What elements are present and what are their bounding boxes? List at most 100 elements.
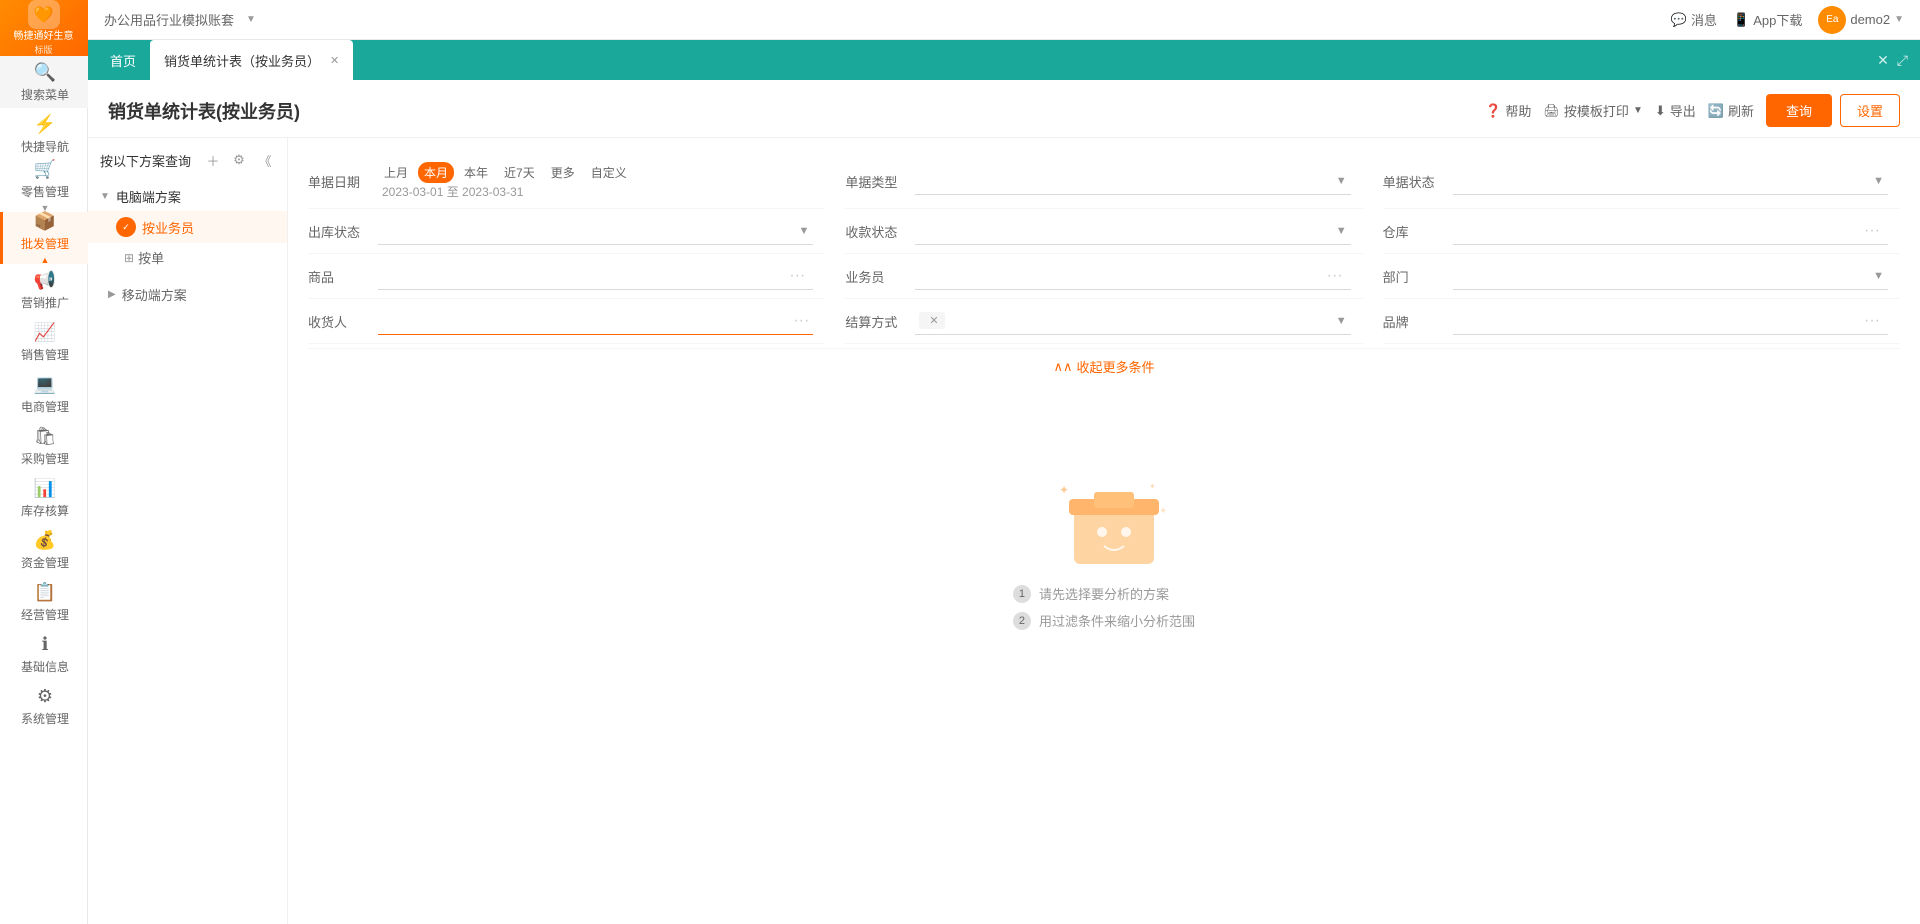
receiver-control[interactable]: ··· bbox=[378, 307, 813, 335]
message-btn[interactable]: 💬 消息 bbox=[1671, 10, 1717, 29]
sales-stats-tab-label: 销货单统计表（按业务员） bbox=[164, 51, 320, 70]
department-dropdown[interactable]: ▼ bbox=[1453, 263, 1888, 289]
doc-type-dropdown[interactable]: ▼ bbox=[915, 168, 1350, 194]
sidebar-item-label: 基础信息 bbox=[21, 658, 69, 675]
scheme-group-desktop-header[interactable]: ▼ 电脑端方案 bbox=[88, 182, 287, 211]
date-tab-thisyear[interactable]: 本年 bbox=[458, 162, 494, 183]
doc-status-dropdown[interactable]: ▼ bbox=[1453, 168, 1888, 194]
doc-status-control[interactable]: ▼ bbox=[1453, 167, 1888, 195]
tab-maximize-btn[interactable]: ⤢ bbox=[1897, 52, 1908, 69]
add-scheme-icon[interactable]: ＋ bbox=[203, 150, 223, 170]
sidebar-item-label: 快捷导航 bbox=[21, 138, 69, 155]
product-control[interactable]: ··· bbox=[378, 262, 813, 290]
help-btn[interactable]: ❓ 帮助 bbox=[1485, 101, 1531, 120]
doc-status-label: 单据状态 bbox=[1383, 172, 1453, 191]
sidebar-item-finance[interactable]: 💰 资金管理 bbox=[0, 524, 88, 576]
app-download-btn[interactable]: 📱 App下载 bbox=[1733, 10, 1802, 29]
app-name: 畅捷通好生意 bbox=[14, 31, 74, 43]
sidebar-item-label: 零售管理 bbox=[21, 183, 69, 200]
breadcrumb-dropdown-icon[interactable]: ▼ bbox=[246, 14, 256, 25]
date-tab-7days[interactable]: 近7天 bbox=[498, 162, 541, 183]
sidebar-item-label: 系统管理 bbox=[21, 710, 69, 727]
warehouse-control[interactable]: ··· bbox=[1453, 217, 1888, 245]
app-download-label: App下载 bbox=[1753, 10, 1802, 29]
sidebar-item-inventory[interactable]: 📊 库存核算 bbox=[0, 472, 88, 524]
top-nav-right: 💬 消息 📱 App下载 Ea demo2 ▼ bbox=[1671, 6, 1904, 34]
receiver-input[interactable] bbox=[378, 311, 789, 330]
hint-text-1: 请先选择要分析的方案 bbox=[1039, 584, 1169, 603]
product-dots[interactable]: ··· bbox=[785, 267, 809, 285]
salesperson-control[interactable]: ··· bbox=[915, 262, 1350, 290]
sidebar-item-search[interactable]: 🔍 搜索菜单 bbox=[0, 56, 88, 108]
sparkle2: ✦ bbox=[1159, 506, 1167, 517]
settings-scheme-icon[interactable]: ⚙ bbox=[229, 150, 249, 170]
product-dropdown[interactable]: ··· bbox=[378, 263, 813, 289]
receiver-dots[interactable]: ··· bbox=[789, 312, 813, 330]
logo-icon: 🧡 bbox=[28, 0, 60, 29]
sidebar-item-quicknav[interactable]: ⚡ 快捷导航 bbox=[0, 108, 88, 160]
sidebar-item-purchase[interactable]: 🛍 采购管理 bbox=[0, 420, 88, 472]
sidebar-item-system[interactable]: ⚙ 系统管理 bbox=[0, 680, 88, 732]
out-status-dropdown[interactable]: ▼ bbox=[378, 218, 813, 244]
scheme-item-order[interactable]: ⊞ 按单 bbox=[88, 243, 287, 272]
brand-dots[interactable]: ··· bbox=[1860, 312, 1884, 330]
settlement-dropdown[interactable]: ✕ ▼ bbox=[915, 308, 1350, 334]
export-btn[interactable]: ⬇ 导出 bbox=[1655, 101, 1696, 120]
doc-type-label: 单据类型 bbox=[845, 172, 915, 191]
tab-sales-stats[interactable]: 销货单统计表（按业务员） ✕ bbox=[150, 40, 353, 80]
scheme-item-salesperson[interactable]: ✓ 按业务员 bbox=[88, 211, 287, 243]
sidebar-item-marketing[interactable]: 📢 营销推广 bbox=[0, 264, 88, 316]
sidebar-item-label: 库存核算 bbox=[21, 502, 69, 519]
out-status-control[interactable]: ▼ bbox=[378, 217, 813, 245]
warehouse-dropdown[interactable]: ··· bbox=[1453, 218, 1888, 244]
sidebar-item-retail[interactable]: 🛒 零售管理 ▼ bbox=[0, 160, 88, 212]
receipt-status-arrow: ▼ bbox=[1336, 225, 1347, 237]
date-tabs: 上月 本月 本年 近7天 更多 自定义 bbox=[378, 162, 813, 183]
user-menu[interactable]: Ea demo2 ▼ bbox=[1818, 6, 1904, 34]
sidebar-item-operations[interactable]: 📋 经营管理 bbox=[0, 576, 88, 628]
salesperson-dots[interactable]: ··· bbox=[1323, 267, 1347, 285]
sidebar-item-ecommerce[interactable]: 💻 电商管理 bbox=[0, 368, 88, 420]
brand-dropdown[interactable]: ··· bbox=[1453, 308, 1888, 334]
tab-close-window-btn[interactable]: ✕ bbox=[1877, 52, 1889, 69]
salesperson-dropdown[interactable]: ··· bbox=[915, 263, 1350, 289]
collapse-bar[interactable]: ∧∧ 收起更多条件 bbox=[308, 348, 1900, 384]
refresh-btn[interactable]: 🔄 刷新 bbox=[1708, 101, 1754, 120]
department-control[interactable]: ▼ bbox=[1453, 262, 1888, 290]
sidebar-item-label: 资金管理 bbox=[21, 554, 69, 571]
top-nav-left: 办公用品行业模拟账套 ▼ bbox=[104, 10, 256, 29]
receipt-status-control[interactable]: ▼ bbox=[915, 217, 1350, 245]
retail-icon: 🛒 bbox=[34, 159, 56, 180]
sidebar-item-basic-info[interactable]: ℹ 基础信息 bbox=[0, 628, 88, 680]
app-logo[interactable]: 🧡 畅捷通好生意 标版 bbox=[0, 0, 88, 56]
template-print-btn[interactable]: 🖨 按模板打印 ▼ bbox=[1543, 101, 1642, 120]
sidebar-item-label: 采购管理 bbox=[21, 450, 69, 467]
sales-icon: 📈 bbox=[34, 322, 56, 343]
settlement-label: 结算方式 bbox=[845, 312, 915, 331]
quicknav-icon: ⚡ bbox=[34, 114, 56, 135]
sidebar-item-sales[interactable]: 📈 销售管理 bbox=[0, 316, 88, 368]
date-tab-thismonth[interactable]: 本月 bbox=[418, 162, 454, 183]
refresh-label: 刷新 bbox=[1728, 101, 1754, 120]
empty-illustration: ✦ ✦ ✦ bbox=[1054, 464, 1154, 564]
doc-type-arrow: ▼ bbox=[1336, 175, 1347, 187]
settlement-control[interactable]: ✕ ▼ bbox=[915, 307, 1350, 335]
tab-close-icon[interactable]: ✕ bbox=[330, 54, 339, 67]
download-icon: 📱 bbox=[1733, 12, 1749, 28]
query-button[interactable]: 查询 bbox=[1766, 94, 1832, 127]
date-tab-more[interactable]: 更多 bbox=[545, 162, 581, 183]
brand-control[interactable]: ··· bbox=[1453, 307, 1888, 335]
warehouse-dots[interactable]: ··· bbox=[1860, 222, 1884, 240]
settings-button[interactable]: 设置 bbox=[1840, 94, 1900, 127]
date-tab-custom[interactable]: 自定义 bbox=[585, 162, 633, 183]
collapse-scheme-icon[interactable]: 《 bbox=[255, 150, 275, 170]
scheme-group-mobile-header[interactable]: ▶ 移动端方案 bbox=[88, 280, 287, 309]
receipt-status-dropdown[interactable]: ▼ bbox=[915, 218, 1350, 244]
sidebar-item-wholesale[interactable]: 📦 批发管理 ▲ bbox=[0, 212, 88, 264]
doc-type-control[interactable]: ▼ bbox=[915, 167, 1350, 195]
date-tab-lastmonth[interactable]: 上月 bbox=[378, 162, 414, 183]
mobile-group-label: 移动端方案 bbox=[122, 285, 187, 304]
sidebar-item-label: 经营管理 bbox=[21, 606, 69, 623]
settlement-tag-close[interactable]: ✕ bbox=[929, 314, 938, 327]
tab-home[interactable]: 首页 bbox=[96, 40, 150, 80]
